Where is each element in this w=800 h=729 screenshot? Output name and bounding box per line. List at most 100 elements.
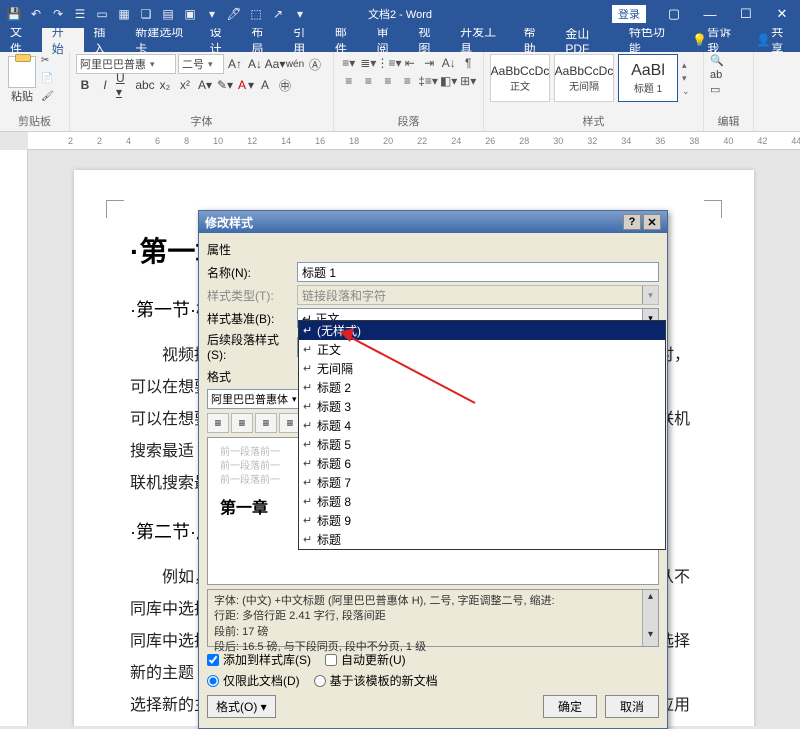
close-icon[interactable]: ✕ [764, 0, 800, 28]
help-icon[interactable]: ? [623, 214, 641, 230]
superscript-button[interactable]: x² [176, 76, 194, 94]
dialog-titlebar[interactable]: 修改样式 ? ✕ [199, 211, 667, 233]
minimize-icon[interactable]: — [692, 0, 728, 28]
dropdown-item[interactable]: ↵标题 7 [299, 473, 665, 492]
qat-icon[interactable]: 🖊 [224, 4, 244, 24]
tab-design[interactable]: 设计 [200, 28, 242, 52]
tab-layout[interactable]: 布局 [241, 28, 283, 52]
enclose-char-icon[interactable]: ㊥ [276, 76, 294, 94]
horizontal-ruler[interactable]: 2246810121416182022242628303234363840424… [28, 132, 800, 150]
shrink-font-icon[interactable]: A↓ [246, 54, 264, 74]
justify-icon[interactable]: ≡ [399, 72, 417, 90]
dropdown-item[interactable]: ↵标题 8 [299, 492, 665, 511]
copy-icon[interactable]: 📄 [40, 72, 58, 88]
style-nospacing[interactable]: AaBbCcDc无间隔 [554, 54, 614, 102]
increase-indent-icon[interactable]: ⇥ [421, 54, 439, 72]
save-icon[interactable]: 💾 [4, 4, 24, 24]
show-marks-icon[interactable]: ¶ [460, 54, 478, 72]
qat-icon[interactable]: ↗ [268, 4, 288, 24]
bold-button[interactable]: B [76, 76, 94, 94]
maximize-icon[interactable]: ☐ [728, 0, 764, 28]
align-left-icon[interactable]: ≡ [207, 413, 229, 433]
align-right-icon[interactable]: ≡ [255, 413, 277, 433]
tab-help[interactable]: 帮助 [514, 28, 556, 52]
char-format-icon[interactable]: Ⓐ [306, 54, 324, 74]
borders-icon[interactable]: ⊞▾ [459, 72, 477, 90]
subscript-button[interactable]: x₂ [156, 76, 174, 94]
tab-mailings[interactable]: 邮件 [325, 28, 367, 52]
bullets-icon[interactable]: ≡▾ [340, 54, 358, 72]
font-color-icon[interactable]: A▾ [236, 76, 254, 94]
cancel-button[interactable]: 取消 [605, 695, 659, 718]
qat-icon[interactable]: ▦ [114, 4, 134, 24]
tab-view[interactable]: 视图 [408, 28, 450, 52]
tab-references[interactable]: 引用 [283, 28, 325, 52]
qat-icon[interactable]: ❏ [136, 4, 156, 24]
tab-pdf[interactable]: 金山PDF [555, 28, 618, 52]
ok-button[interactable]: 确定 [543, 695, 597, 718]
dropdown-item[interactable]: ↵正文 [299, 340, 665, 359]
qat-icon[interactable]: ▭ [92, 4, 112, 24]
dropdown-item[interactable]: ↵标题 4 [299, 416, 665, 435]
change-case-icon[interactable]: Aa▾ [266, 54, 284, 74]
tab-home[interactable]: 开始 [42, 28, 84, 52]
tab-insert[interactable]: 插入 [84, 28, 126, 52]
char-shading-icon[interactable]: A [256, 76, 274, 94]
paste-button[interactable]: 粘贴 [6, 54, 38, 104]
replace-icon[interactable]: ab [710, 69, 747, 81]
login-button[interactable]: 登录 [612, 5, 646, 23]
shading-icon[interactable]: ◧▾ [440, 72, 458, 90]
dropdown-item[interactable]: ↵标题 9 [299, 511, 665, 530]
format-menu-button[interactable]: 格式(O) ▾ [207, 695, 276, 718]
tab-developer[interactable]: 开发工具 [450, 28, 513, 52]
grow-font-icon[interactable]: A↑ [226, 54, 244, 74]
redo-icon[interactable]: ↷ [48, 4, 68, 24]
vertical-ruler[interactable] [0, 150, 28, 726]
tab-newtab[interactable]: 新建选项卡 [125, 28, 199, 52]
align-left-icon[interactable]: ≡ [340, 72, 358, 90]
close-icon[interactable]: ✕ [643, 214, 661, 230]
text-effects-icon[interactable]: A▾ [196, 76, 214, 94]
style-heading1[interactable]: AaBl标题 1 [618, 54, 678, 102]
based-on-template-radio[interactable]: 基于该模板的新文档 [314, 672, 438, 689]
tab-features[interactable]: 特色功能 [619, 28, 682, 52]
qat-more-icon[interactable]: ▾ [290, 4, 310, 24]
line-spacing-icon[interactable]: ‡≡▾ [418, 72, 438, 90]
dropdown-item[interactable]: ↵无间隔 [299, 359, 665, 378]
dropdown-item[interactable]: ↵标题 2 [299, 378, 665, 397]
format-painter-icon[interactable]: 🖌 [40, 90, 58, 106]
align-center-icon[interactable]: ≡ [360, 72, 378, 90]
align-right-icon[interactable]: ≡ [379, 72, 397, 90]
decrease-indent-icon[interactable]: ⇤ [401, 54, 419, 72]
cut-icon[interactable]: ✂ [40, 54, 58, 70]
only-this-doc-radio[interactable]: 仅限此文档(D) [207, 672, 300, 689]
undo-icon[interactable]: ↶ [26, 4, 46, 24]
qat-icon[interactable]: ▣ [180, 4, 200, 24]
strikethrough-button[interactable]: abc [136, 76, 154, 94]
align-center-icon[interactable]: ≡ [231, 413, 253, 433]
dropdown-item-none[interactable]: ↵(无样式) [299, 321, 665, 340]
dropdown-item[interactable]: ↵标题 [299, 530, 665, 549]
desc-scrollbar[interactable]: ▴▾ [642, 590, 658, 646]
highlight-icon[interactable]: ✎▾ [216, 76, 234, 94]
find-icon[interactable]: 🔍 [710, 54, 747, 67]
qat-icon[interactable]: ⬚ [246, 4, 266, 24]
ribbon-options-icon[interactable]: ▢ [656, 0, 692, 28]
dropdown-item[interactable]: ↵标题 6 [299, 454, 665, 473]
qat-icon[interactable]: ☰ [70, 4, 90, 24]
italic-button[interactable]: I [96, 76, 114, 94]
select-icon[interactable]: ▭ [710, 83, 747, 96]
sort-icon[interactable]: A↓ [440, 54, 458, 72]
style-name-input[interactable]: 标题 1 [297, 262, 659, 282]
tab-review[interactable]: 审阅 [367, 28, 409, 52]
underline-button[interactable]: U ▾ [116, 76, 134, 94]
qat-icon[interactable]: ▤ [158, 4, 178, 24]
font-size-combo[interactable]: 二号▾ [178, 54, 224, 74]
phonetic-icon[interactable]: wén [286, 54, 304, 74]
dropdown-item[interactable]: ↵标题 5 [299, 435, 665, 454]
numbering-icon[interactable]: ≣▾ [360, 54, 378, 72]
dropdown-item[interactable]: ↵标题 3 [299, 397, 665, 416]
style-normal[interactable]: AaBbCcDc正文 [490, 54, 550, 102]
styles-gallery-more[interactable]: ▴▾⌄ [682, 54, 696, 102]
following-style-dropdown[interactable]: ↵(无样式) ↵正文 ↵无间隔 ↵标题 2 ↵标题 3 ↵标题 4 ↵标题 5 … [298, 320, 666, 550]
